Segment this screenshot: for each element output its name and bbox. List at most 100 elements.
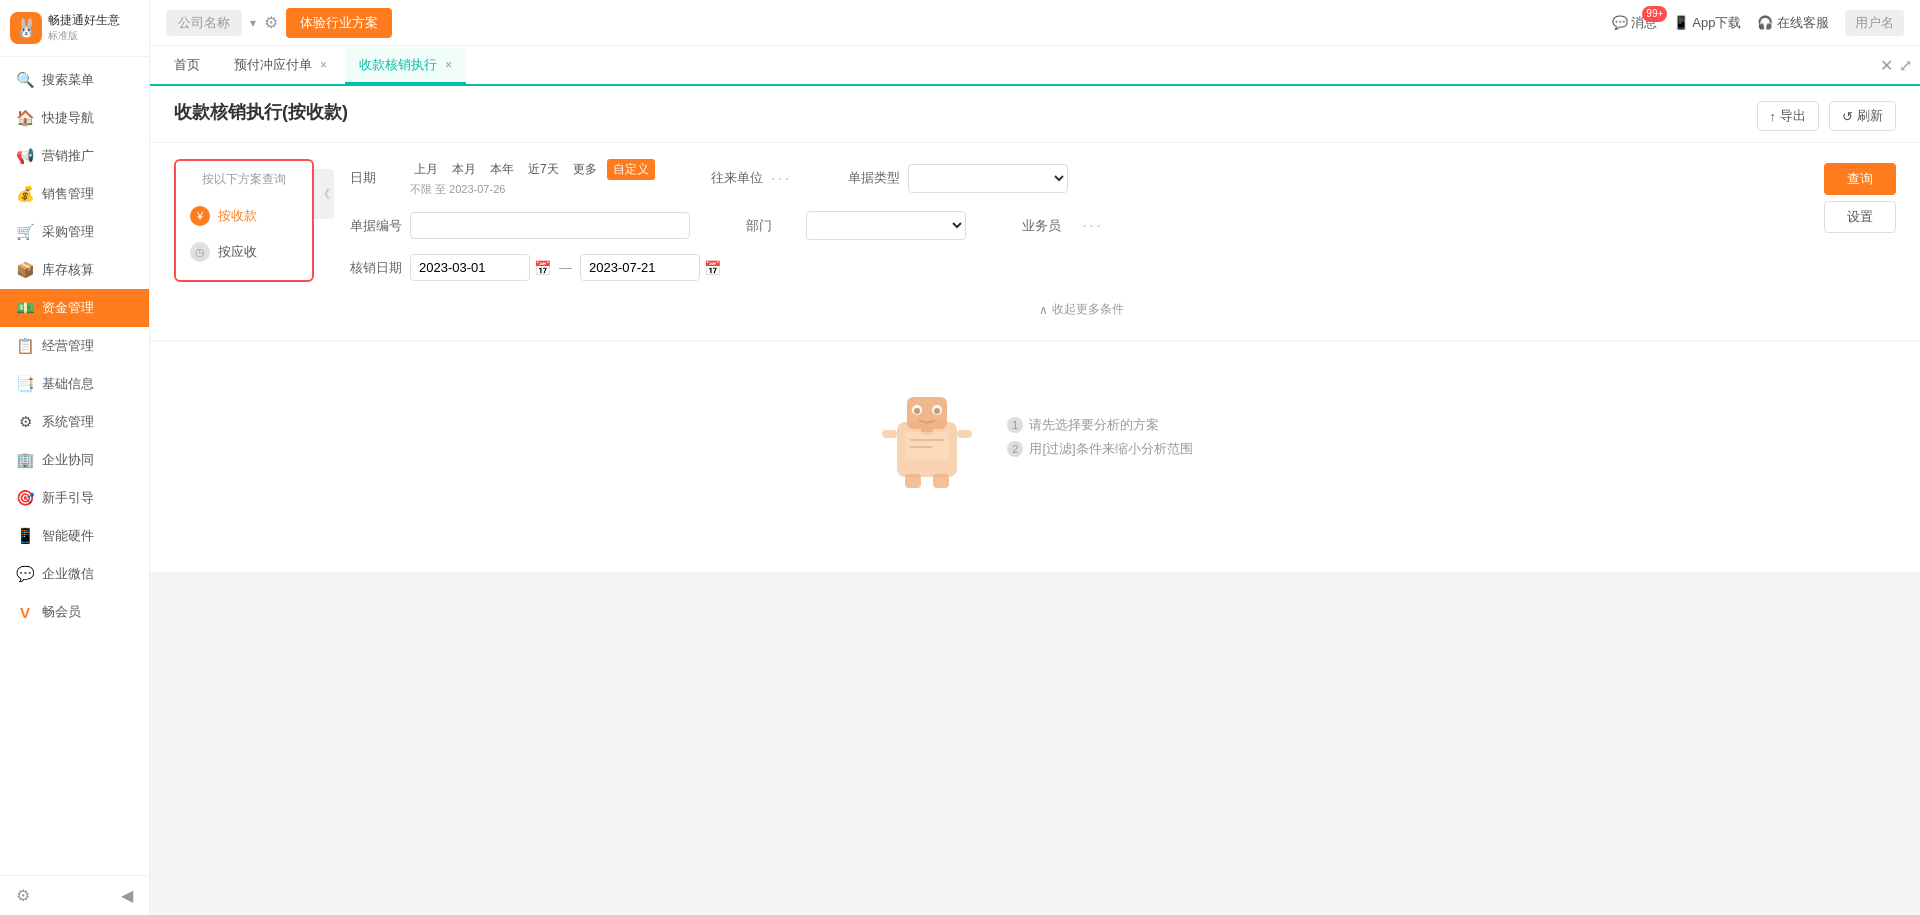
svg-rect-12 — [905, 474, 921, 488]
tab-home[interactable]: 首页 — [158, 48, 216, 84]
export-button[interactable]: ↑ 导出 — [1757, 101, 1820, 131]
sidebar-item-system[interactable]: ⚙ 系统管理 — [0, 403, 149, 441]
sidebar-logo: 🐰 畅捷通好生意 标准版 — [0, 0, 149, 57]
page-content: 收款核销执行(按收款) ↑ 导出 ↺ 刷新 按以下方案查询 ¥ — [150, 86, 1920, 915]
svg-point-4 — [914, 408, 920, 414]
date-btn-custom[interactable]: 自定义 — [607, 159, 655, 180]
tabbar: 首页 预付冲应付单 × 收款核销执行 × ✕ ⤢ — [150, 46, 1920, 86]
tab-prepay[interactable]: 预付冲应付单 × — [220, 48, 341, 84]
svg-rect-11 — [957, 430, 972, 438]
sidebar-item-label: 采购管理 — [42, 223, 94, 241]
date-btn-this-month[interactable]: 本月 — [448, 159, 480, 180]
message-count: 99+ — [1642, 6, 1667, 22]
query-button[interactable]: 查询 — [1824, 163, 1896, 195]
sidebar-item-label: 系统管理 — [42, 413, 94, 431]
sidebar-item-finance[interactable]: 💵 资金管理 — [0, 289, 149, 327]
filter-option-by-receipt[interactable]: ¥ 按收款 — [176, 198, 312, 234]
hint-item-2: 2 用[过滤]条件来缩小分析范围 — [1007, 440, 1192, 458]
company-name[interactable]: 公司名称 — [166, 10, 242, 36]
sidebar-item-search-menu[interactable]: 🔍 搜索菜单 — [0, 61, 149, 99]
main-wrapper: 公司名称 ▾ ⚙ 体验行业方案 💬 消息 99+ 📱 App下载 🎧 在线客服 … — [150, 0, 1920, 915]
writeoff-end-input[interactable] — [580, 254, 700, 281]
logo-icon: 🐰 — [10, 12, 42, 44]
collapse-more-button[interactable]: ∧ 收起更多条件 — [1039, 301, 1124, 318]
industry-solution-button[interactable]: 体验行业方案 — [286, 8, 392, 38]
collapse-more-label: 收起更多条件 — [1052, 301, 1124, 318]
sidebar-item-guide[interactable]: 🎯 新手引导 — [0, 479, 149, 517]
sidebar-item-label: 销售管理 — [42, 185, 94, 203]
sidebar-item-enterprise[interactable]: 🏢 企业协同 — [0, 441, 149, 479]
user-info[interactable]: 用户名 — [1845, 10, 1904, 36]
form-settings-button[interactable]: 设置 — [1824, 201, 1896, 233]
date-btn-last-7-days[interactable]: 近7天 — [524, 159, 563, 180]
empty-state: 1 请先选择要分析的方案 2 用[过滤]条件来缩小分析范围 — [150, 342, 1920, 572]
finance-icon: 💵 — [16, 299, 34, 317]
sidebar-item-label: 资金管理 — [42, 299, 94, 317]
sidebar-item-marketing[interactable]: 📢 营销推广 — [0, 137, 149, 175]
message-badge[interactable]: 💬 消息 99+ — [1612, 14, 1658, 32]
date-btn-this-year[interactable]: 本年 — [486, 159, 518, 180]
tab-writeoff-close[interactable]: × — [445, 58, 452, 72]
tab-prepay-close[interactable]: × — [320, 58, 327, 72]
filter-sidebar: 按以下方案查询 ¥ 按收款 ◷ 按应收 — [174, 159, 314, 282]
dept-label: 部门 — [746, 217, 798, 235]
page-action-buttons: ↑ 导出 ↺ 刷新 — [1757, 101, 1897, 131]
page-title: 收款核销执行(按收款) — [174, 100, 348, 124]
tab-writeoff-label: 收款核销执行 — [359, 56, 437, 74]
footer-settings-icon[interactable]: ⚙ — [16, 886, 30, 905]
hint-num-2: 2 — [1007, 441, 1023, 457]
app-download[interactable]: 📱 App下载 — [1673, 14, 1741, 32]
writeoff-start-input[interactable] — [410, 254, 530, 281]
online-service[interactable]: 🎧 在线客服 — [1757, 14, 1829, 32]
calendar-start-icon[interactable]: 📅 — [534, 260, 551, 276]
writeoff-end-wrap: 📅 — [580, 254, 721, 281]
receivable-option-icon: ◷ — [190, 242, 210, 262]
sidebar-item-label: 库存核算 — [42, 261, 94, 279]
sidebar-item-member[interactable]: V 畅会员 — [0, 593, 149, 631]
tab-close-all-button[interactable]: ✕ — [1880, 56, 1893, 75]
sidebar-item-basic-info[interactable]: 📑 基础信息 — [0, 365, 149, 403]
date-btn-more[interactable]: 更多 — [569, 159, 601, 180]
sidebar-item-label: 企业微信 — [42, 565, 94, 583]
writeoff-date-group: 核销日期 📅 — 📅 — [350, 254, 721, 281]
purchase-icon: 🛒 — [16, 223, 34, 241]
tabbar-actions: ✕ ⤢ — [1880, 56, 1912, 75]
filter-option-receivable-label: 按应收 — [218, 243, 257, 261]
sidebar-item-label: 快捷导航 — [42, 109, 94, 127]
tab-writeoff[interactable]: 收款核销执行 × — [345, 48, 466, 84]
hint-num-1: 1 — [1007, 417, 1023, 433]
sidebar-item-quick-nav[interactable]: 🏠 快捷导航 — [0, 99, 149, 137]
wechat-icon: 💬 — [16, 565, 34, 583]
sidebar-item-wechat[interactable]: 💬 企业微信 — [0, 555, 149, 593]
settings-icon[interactable]: ⚙ — [264, 13, 278, 32]
writeoff-date-label: 核销日期 — [350, 259, 402, 277]
salesperson-dots[interactable]: ··· — [1082, 215, 1103, 236]
doc-no-input[interactable] — [410, 212, 690, 239]
counterpart-group: 往来单位 ··· — [711, 168, 792, 189]
filter-sidebar-collapse-button[interactable]: 《 — [314, 169, 334, 219]
writeoff-start-wrap: 📅 — [410, 254, 551, 281]
sidebar-item-purchase[interactable]: 🛒 采购管理 — [0, 213, 149, 251]
filter-option-by-receivable[interactable]: ◷ 按应收 — [176, 234, 312, 270]
refresh-icon: ↺ — [1842, 109, 1853, 124]
enterprise-icon: 🏢 — [16, 451, 34, 469]
date-btn-last-month[interactable]: 上月 — [410, 159, 442, 180]
filter-sidebar-title: 按以下方案查询 — [176, 171, 312, 188]
date-group: 日期 上月 本月 本年 近7天 更多 自定义 不限 至 — [350, 159, 655, 197]
counterpart-dots[interactable]: ··· — [771, 168, 792, 189]
sidebar-item-hardware[interactable]: 📱 智能硬件 — [0, 517, 149, 555]
filter-form: 日期 上月 本月 本年 近7天 更多 自定义 不限 至 — [350, 159, 1812, 324]
refresh-button[interactable]: ↺ 刷新 — [1829, 101, 1896, 131]
marketing-icon: 📢 — [16, 147, 34, 165]
footer-collapse-icon[interactable]: ◀ — [121, 886, 133, 905]
tab-expand-button[interactable]: ⤢ — [1899, 56, 1912, 75]
message-icon: 💬 — [1612, 15, 1628, 30]
sidebar-item-operations[interactable]: 📋 经营管理 — [0, 327, 149, 365]
brand-name: 畅捷通好生意 — [48, 13, 120, 29]
sidebar-item-sales[interactable]: 💰 销售管理 — [0, 175, 149, 213]
dept-select[interactable] — [806, 211, 966, 240]
sidebar-item-inventory[interactable]: 📦 库存核算 — [0, 251, 149, 289]
calendar-end-icon[interactable]: 📅 — [704, 260, 721, 276]
sidebar-item-label: 企业协同 — [42, 451, 94, 469]
doc-type-select[interactable] — [908, 164, 1068, 193]
